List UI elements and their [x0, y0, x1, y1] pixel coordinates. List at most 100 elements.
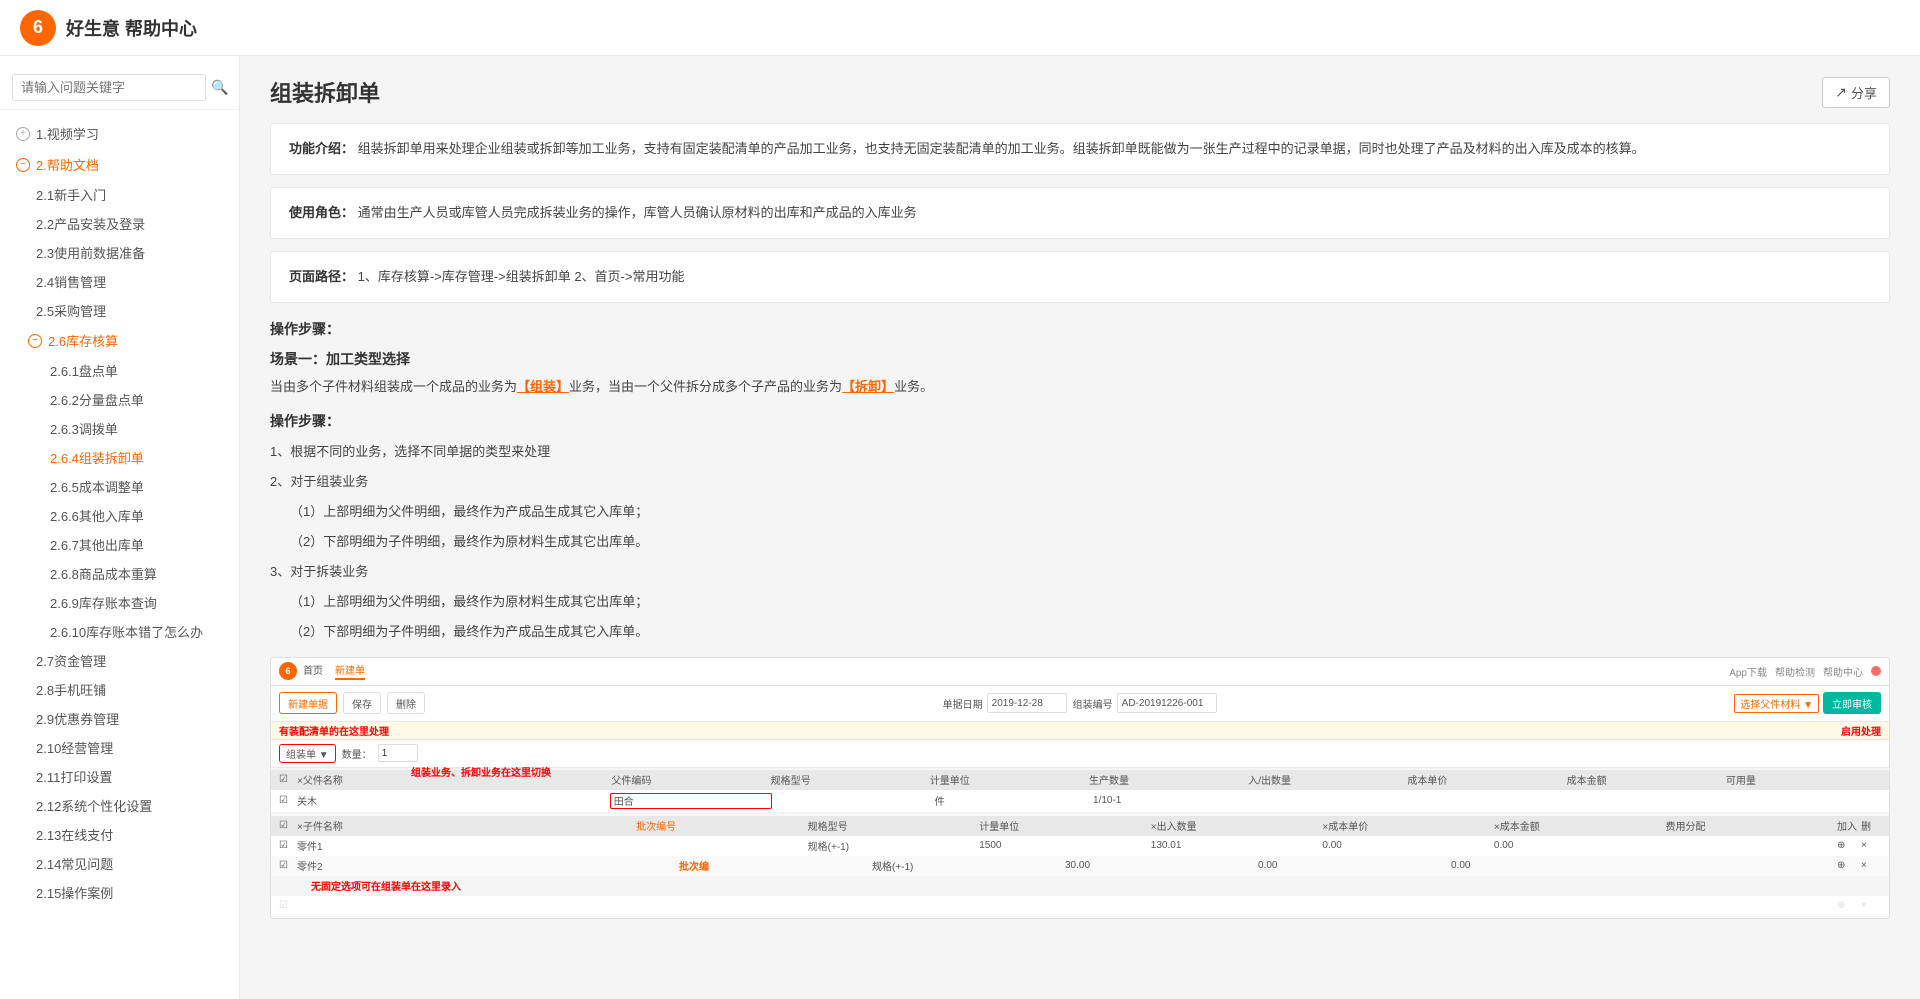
sim-user: App下载 [1729, 664, 1767, 679]
sim-confirm-btn[interactable]: 立即审核 [1823, 692, 1881, 714]
sim-parent-input[interactable]: 田合 [610, 793, 772, 809]
sim-btn-new[interactable]: 新建单据 [279, 692, 337, 714]
screenshot-inner: 6 首页 新建单 App下载 帮助检测 帮助中心 [271, 658, 1889, 918]
sidebar-sub-2-11[interactable]: 2.11打印设置 [0, 762, 239, 791]
sim-count-input[interactable]: 1 [378, 744, 418, 762]
sim-app: 6 首页 新建单 App下载 帮助检测 帮助中心 [271, 658, 1889, 918]
sim-help: 帮助检测 [1775, 664, 1815, 679]
step-2-1: （1）上部明细为父件明细，最终作为产成品生成其它入库单； [270, 499, 1890, 525]
sidebar-sub-2-6-2[interactable]: 2.6.2分量盘点单 [0, 385, 239, 414]
step-3: 3、对于拆装业务 [270, 559, 1890, 585]
sidebar: 🔍 + 1.视频学习 − 2.帮助文档 2.1新手入门 2.2产品安装及登录 2… [0, 56, 240, 999]
sidebar-sub-2-8[interactable]: 2.8手机旺铺 [0, 675, 239, 704]
sidebar-item-2[interactable]: − 2.帮助文档 [0, 149, 239, 180]
sim-annotation-config: 有装配清单的在这里处理 [279, 723, 1841, 738]
role-label: 使用角色： [289, 205, 354, 220]
sim-lower-row3: ☑ ⊕ × [271, 896, 1889, 916]
sim-label-count: 数量： [342, 746, 372, 761]
sim-lower-row1: ☑ 零件1 规格(+-1) 1500 130.01 0.00 0.00 ⊕ [271, 836, 1889, 856]
sim-annotation-row: 有装配清单的在这里处理 启用处理 [271, 722, 1889, 740]
path-card: 页面路径： 1、库存核算->库存管理->组装拆卸单 2、首页->常用功能 [270, 251, 1890, 303]
step-2: 2、对于组装业务 [270, 469, 1890, 495]
feature-intro-label: 功能介绍： [289, 141, 354, 156]
feature-intro-text: 组装拆卸单用来处理企业组装或拆卸等加工业务，支持有固定装配清单的产品加工业务，也… [358, 141, 1645, 156]
sim-date-input[interactable]: 2019-12-28 [987, 693, 1067, 713]
disassy-label: 【拆卸】 [842, 379, 894, 394]
sidebar-sub-2-6-5[interactable]: 2.6.5成本调整单 [0, 472, 239, 501]
op-steps-sub-title: 操作步骤： [270, 411, 1890, 431]
step-3-2: （2）下部明细为子件明细，最终作为产成品生成其它入库单。 [270, 619, 1890, 645]
sim-toolbar: 新建单据 保存 删除 单据日期 2019-12-28 组装编号 AD-20191… [271, 686, 1889, 722]
sidebar-sub-2-6-6[interactable]: 2.6.6其他入库单 [0, 501, 239, 530]
sidebar-sub-2-1[interactable]: 2.1新手入门 [0, 180, 239, 209]
app-header: 6 好生意 帮助中心 [0, 0, 1920, 56]
sidebar-item-2-6[interactable]: − 2.6库存核算 [0, 325, 239, 356]
sim-processing-area: 选择父件材料 ▼ 立即审核 [1734, 692, 1881, 714]
sim-type-selector[interactable]: 组装单 ▼ [279, 744, 336, 763]
search-input[interactable] [12, 74, 206, 101]
sidebar-sub-2-6-8[interactable]: 2.6.8商品成本重算 [0, 559, 239, 588]
sidebar-sub-2-6-3[interactable]: 2.6.3调拨单 [0, 414, 239, 443]
sidebar-sub-2-14[interactable]: 2.14常见问题 [0, 849, 239, 878]
sidebar-item-1[interactable]: + 1.视频学习 [0, 118, 239, 149]
sim-right: App下载 帮助检测 帮助中心 [1729, 664, 1881, 679]
sim-btn-del[interactable]: 删除 [387, 692, 425, 714]
sidebar-sub-2-15[interactable]: 2.15操作案例 [0, 878, 239, 907]
sim-nav-home: 首页 [303, 662, 323, 680]
sim-num-input[interactable]: AD-20191226-001 [1117, 693, 1217, 713]
sidebar-sub-2-6-1[interactable]: 2.6.1盘点单 [0, 356, 239, 385]
sidebar-sub-2-12[interactable]: 2.12系统个性化设置 [0, 791, 239, 820]
search-box: 🔍 [0, 66, 239, 110]
share-icon: ↗ [1835, 84, 1847, 101]
share-button[interactable]: ↗ 分享 [1822, 77, 1890, 108]
sim-type-row: 组装单 ▼ 数量： 1 组装业务、拆卸业务在这里切换 [271, 740, 1889, 768]
path-label: 页面路径： [289, 269, 354, 284]
op-steps-list: 1、根据不同的业务，选择不同单据的类型来处理 2、对于组装业务 （1）上部明细为… [270, 439, 1890, 645]
sidebar-sub-2-9[interactable]: 2.9优惠券管理 [0, 704, 239, 733]
sim-date-field: 单据日期 2019-12-28 [943, 693, 1067, 713]
role-card: 使用角色： 通常由生产人员或库管人员完成拆装业务的操作，库管人员确认原材料的出库… [270, 187, 1890, 239]
sim-processing-select[interactable]: 选择父件材料 ▼ [1734, 694, 1819, 713]
sim-btn-save[interactable]: 保存 [343, 692, 381, 714]
sim-annotation-enable: 启用处理 [1841, 723, 1881, 738]
search-icon[interactable]: 🔍 [211, 79, 228, 96]
sim-num-field: 组装编号 AD-20191226-001 [1073, 693, 1217, 713]
sim-nav-cur: 新建单 [335, 662, 365, 680]
sidebar-sub-2-6-7[interactable]: 2.6.7其他出库单 [0, 530, 239, 559]
sidebar-sub-2-2[interactable]: 2.2产品安装及登录 [0, 209, 239, 238]
content-area: 组装拆卸单 ↗ 分享 功能介绍： 组装拆卸单用来处理企业组装或拆卸等加工业务，支… [240, 56, 1920, 999]
page-title: 组装拆卸单 [270, 76, 380, 108]
content-header: 组装拆卸单 ↗ 分享 [240, 56, 1920, 123]
sidebar-sub-2-6-9[interactable]: 2.6.9库存账本查询 [0, 588, 239, 617]
main-layout: 🔍 + 1.视频学习 − 2.帮助文档 2.1新手入门 2.2产品安装及登录 2… [0, 56, 1920, 999]
sidebar-sub-2-3[interactable]: 2.3使用前数据准备 [0, 238, 239, 267]
step-1: 1、根据不同的业务，选择不同单据的类型来处理 [270, 439, 1890, 465]
brand-name: 好生意 帮助中心 [66, 15, 197, 41]
sidebar-sub-2-6-10[interactable]: 2.6.10库存账本错了怎么办 [0, 617, 239, 646]
sim-lower-area: ☑ ×子件名称 批次编号 规格型号 计量单位 ×出入数量 ×成本单价 ×成本金额… [271, 816, 1889, 918]
scenario1-title: 场景一：加工类型选择 [270, 349, 1890, 369]
collapse-icon-2-6: − [28, 334, 42, 348]
assy-label: 【组装】 [517, 379, 569, 394]
sidebar-sub-2-6-4[interactable]: 2.6.4组装拆卸单 [0, 443, 239, 472]
expand-icon-1: + [16, 127, 30, 141]
sidebar-sub-2-7[interactable]: 2.7资金管理 [0, 646, 239, 675]
sidebar-sub-2-13[interactable]: 2.13在线支付 [0, 820, 239, 849]
sidebar-sub-2-5[interactable]: 2.5采购管理 [0, 296, 239, 325]
sim-unlimited-annotation: 无固定选项可在组装单在这里录入 [311, 878, 461, 893]
sim-app-header: 6 首页 新建单 App下载 帮助检测 帮助中心 [271, 658, 1889, 686]
sim-upper-row1: ☑ 关木 田合 件 1/10-1 [271, 790, 1889, 812]
op-steps-title: 操作步骤： [270, 319, 1890, 339]
sim-annotation-space: 无固定选项可在组装单在这里录入 [271, 876, 1889, 896]
sidebar-sub-2-4[interactable]: 2.4销售管理 [0, 267, 239, 296]
content-body: 功能介绍： 组装拆卸单用来处理企业组装或拆卸等加工业务，支持有固定装配清单的产品… [240, 123, 1920, 949]
step-2-2: （2）下部明细为子件明细，最终作为原材料生成其它出库单。 [270, 529, 1890, 555]
sidebar-sub-2-10[interactable]: 2.10经营管理 [0, 733, 239, 762]
sim-lower-header: ☑ ×子件名称 批次编号 规格型号 计量单位 ×出入数量 ×成本单价 ×成本金额… [271, 816, 1889, 836]
feature-intro-card: 功能介绍： 组装拆卸单用来处理企业组装或拆卸等加工业务，支持有固定装配清单的产品… [270, 123, 1890, 175]
collapse-icon-2: − [16, 158, 30, 172]
logo-icon: 6 [20, 10, 56, 46]
sim-logo: 6 [279, 662, 297, 680]
step-3-1: （1）上部明细为父件明细，最终作为原材料生成其它出库单； [270, 589, 1890, 615]
sim-lower-row2: ☑ 零件2 批次编 规格(+-1) 30.00 0.00 0.00 ⊕ × [271, 856, 1889, 876]
